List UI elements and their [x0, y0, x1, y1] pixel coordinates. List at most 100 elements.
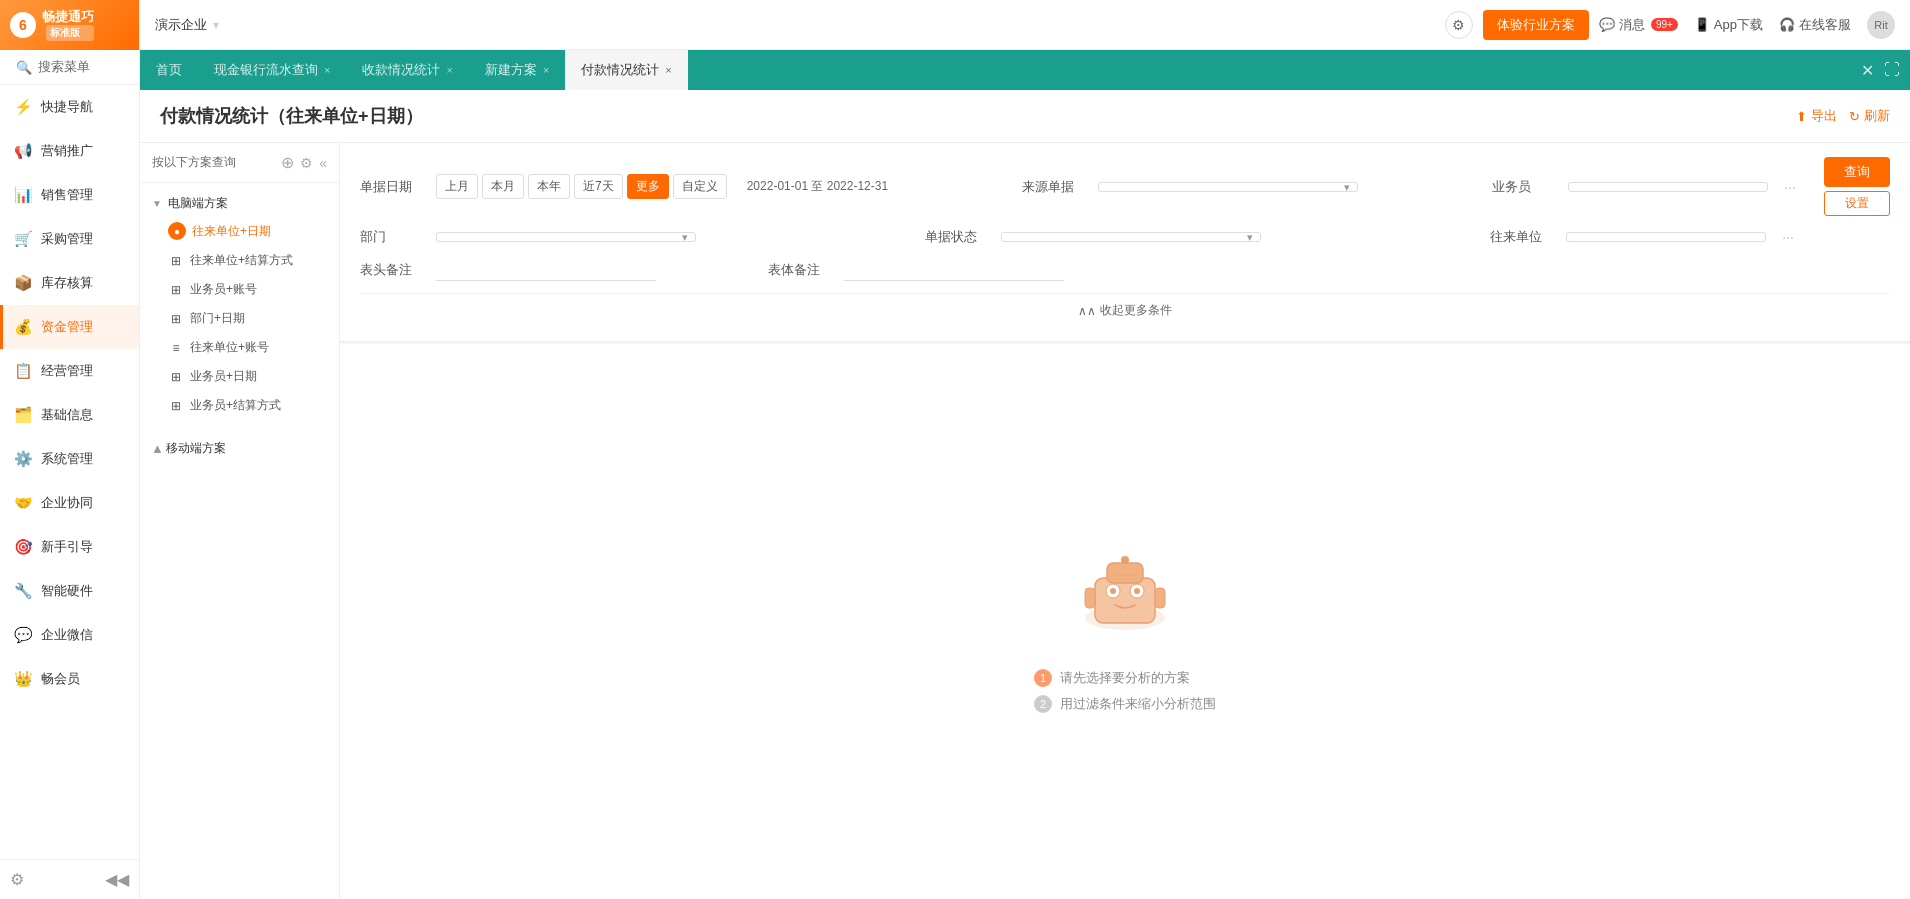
sidebar-item-finance[interactable]: 💰 资金管理: [0, 305, 139, 349]
scheme-item-label: 往来单位+日期: [192, 223, 271, 240]
scheme-item-unit-account[interactable]: ≡ 往来单位+账号: [140, 333, 339, 362]
tab-receipt-stats-label: 收款情况统计: [362, 61, 440, 79]
sidebar-item-purchase[interactable]: 🛒 采购管理: [0, 217, 139, 261]
page-header: 付款情况统计（往来单位+日期） ⬆ 导出 ↻ 刷新: [140, 90, 1910, 143]
collapse-more-btn[interactable]: ∧∧ 收起更多条件: [360, 293, 1890, 327]
version-badge: 标准版: [46, 25, 94, 41]
table-body-note-input[interactable]: [844, 258, 1064, 281]
refresh-btn[interactable]: ↻ 刷新: [1849, 107, 1890, 125]
date-btn-this-year[interactable]: 本年: [528, 174, 570, 199]
grid-icon-4: ⊞: [168, 369, 184, 385]
export-btn[interactable]: ⬆ 导出: [1796, 107, 1837, 125]
unit-select[interactable]: [1566, 232, 1766, 242]
scheme-item-unit-settle[interactable]: ⊞ 往来单位+结算方式: [140, 246, 339, 275]
sidebar-item-system[interactable]: ⚙️ 系统管理: [0, 437, 139, 481]
date-btn-this-month[interactable]: 本月: [482, 174, 524, 199]
footer-settings-btn[interactable]: ⚙: [10, 870, 24, 889]
tab-payment-stats[interactable]: 付款情况统计 ×: [565, 50, 687, 90]
tab-payment-stats-close[interactable]: ×: [665, 64, 671, 76]
system-icon: ⚙️: [13, 449, 33, 469]
sidebar-item-sales[interactable]: 📊 销售管理: [0, 173, 139, 217]
svg-point-6: [1110, 588, 1116, 594]
date-btn-last-7-days[interactable]: 近7天: [574, 174, 623, 199]
sidebar-item-smart-hw[interactable]: 🔧 智能硬件: [0, 569, 139, 613]
scheme-item-staff-date[interactable]: ⊞ 业务员+日期: [140, 362, 339, 391]
scheme-item-unit-date[interactable]: ● 往来单位+日期: [140, 216, 339, 246]
date-btn-custom[interactable]: 自定义: [673, 174, 727, 199]
header-actions: ⊕ ⚙ «: [281, 153, 327, 172]
tab-receipt-stats-close[interactable]: ×: [446, 64, 452, 76]
sidebar-item-inventory[interactable]: 📦 库存核算: [0, 261, 139, 305]
online-service-btn[interactable]: 🎧 在线客服: [1779, 16, 1851, 34]
scheme-item-dept-date[interactable]: ⊞ 部门+日期: [140, 304, 339, 333]
dept-label: 部门: [360, 228, 420, 246]
tab-receipt-stats[interactable]: 收款情况统计 ×: [346, 50, 468, 90]
sidebar-search[interactable]: 🔍 搜索菜单: [0, 50, 139, 85]
sidebar-item-quick-nav[interactable]: ⚡ 快捷导航: [0, 85, 139, 129]
desktop-label: 电脑端方案: [168, 195, 228, 212]
sidebar-item-label: 智能硬件: [41, 582, 93, 600]
tab-bank-flow[interactable]: 现金银行流水查询 ×: [198, 50, 346, 90]
mobile-label: 移动端方案: [166, 440, 226, 457]
dept-select[interactable]: [436, 232, 696, 242]
tab-new-scheme-close[interactable]: ×: [543, 64, 549, 76]
footer-collapse-btn[interactable]: ◀◀: [105, 870, 129, 889]
sidebar-item-basic-info[interactable]: 🗂️ 基础信息: [0, 393, 139, 437]
filter-row-3: 表头备注 表体备注: [360, 258, 1890, 281]
date-btn-last-month[interactable]: 上月: [436, 174, 478, 199]
settings-link[interactable]: 设置: [1824, 191, 1890, 216]
source-label: 来源单据: [1022, 178, 1082, 196]
sidebar-nav: ⚡ 快捷导航 📢 营销推广 📊 销售管理 🛒 采购管理 📦 库存核算 💰 资金管…: [0, 85, 139, 859]
query-btn[interactable]: 查询: [1824, 157, 1890, 187]
staff-more-btn[interactable]: ···: [1784, 179, 1796, 195]
filter-row-1: 单据日期 上月 本月 本年 近7天 更多 自定义 2022-01-01 至 20…: [360, 157, 1890, 216]
message-btn[interactable]: 💬 消息 99+: [1599, 16, 1678, 34]
sidebar-item-label: 企业协同: [41, 494, 93, 512]
panel-collapse-btn[interactable]: «: [319, 155, 327, 171]
topbar-gear-btn[interactable]: ⚙: [1445, 11, 1473, 39]
tab-new-scheme[interactable]: 新建方案 ×: [469, 50, 565, 90]
source-select[interactable]: [1098, 182, 1358, 192]
sidebar-item-operation[interactable]: 📋 经营管理: [0, 349, 139, 393]
purchase-icon: 🛒: [13, 229, 33, 249]
tab-bank-flow-close[interactable]: ×: [324, 64, 330, 76]
desktop-section-title[interactable]: ▼ 电脑端方案: [140, 191, 339, 216]
tab-home[interactable]: 首页: [140, 50, 198, 90]
sidebar-item-label: 经营管理: [41, 362, 93, 380]
close-all-tabs-btn[interactable]: ✕: [1861, 61, 1874, 80]
grid-icon-2: ⊞: [168, 282, 184, 298]
sidebar-item-enterprise[interactable]: 🤝 企业协同: [0, 481, 139, 525]
topbar-right: 💬 消息 99+ 📱 App下载 🎧 在线客服 Rit: [1599, 11, 1895, 39]
sidebar-item-guide[interactable]: 🎯 新手引导: [0, 525, 139, 569]
sidebar-item-label: 库存核算: [41, 274, 93, 292]
unit-more-btn[interactable]: ···: [1782, 229, 1794, 245]
headset-icon: 🎧: [1779, 17, 1795, 32]
scheme-settings-btn[interactable]: ⚙: [300, 155, 313, 171]
mobile-section-title[interactable]: ▶ 移动端方案: [140, 436, 339, 461]
phone-icon: 📱: [1694, 17, 1710, 32]
grid-icon: ⊞: [168, 253, 184, 269]
filter-row-2: 部门 单据状态 往来单位 ···: [360, 228, 1890, 246]
chevron-down-icon: ▾: [213, 18, 219, 32]
app-name: 畅捷通巧: [42, 9, 94, 25]
export-icon: ⬆: [1796, 109, 1807, 124]
operation-icon: 📋: [13, 361, 33, 381]
desktop-section: ▼ 电脑端方案 ● 往来单位+日期 ⊞ 往来单位+结算方式 ⊞ 业务员+账号: [140, 183, 339, 428]
trial-btn[interactable]: 体验行业方案: [1483, 10, 1589, 40]
add-scheme-btn[interactable]: ⊕: [281, 153, 294, 172]
sidebar-item-member[interactable]: 👑 畅会员: [0, 657, 139, 701]
expand-btn[interactable]: ⛶: [1884, 61, 1900, 79]
status-select[interactable]: [1001, 232, 1261, 242]
user-avatar[interactable]: Rit: [1867, 11, 1895, 39]
staff-select[interactable]: [1568, 182, 1768, 192]
sidebar-item-wechat[interactable]: 💬 企业微信: [0, 613, 139, 657]
table-header-note-input[interactable]: [436, 258, 656, 281]
scheme-item-staff-account[interactable]: ⊞ 业务员+账号: [140, 275, 339, 304]
app-download-btn[interactable]: 📱 App下载: [1694, 16, 1763, 34]
sidebar-item-marketing[interactable]: 📢 营销推广: [0, 129, 139, 173]
empty-tip-2: 2 用过滤条件来缩小分析范围: [1034, 695, 1216, 713]
tip-2-num: 2: [1034, 695, 1052, 713]
date-btn-more[interactable]: 更多: [627, 174, 669, 199]
message-badge: 99+: [1651, 18, 1678, 31]
scheme-item-staff-settle[interactable]: ⊞ 业务员+结算方式: [140, 391, 339, 420]
